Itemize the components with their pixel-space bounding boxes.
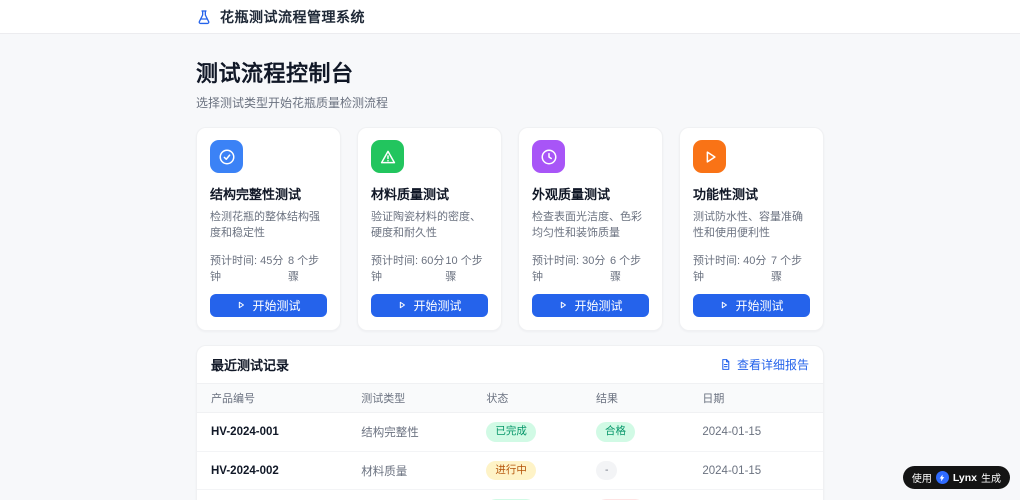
start-test-button[interactable]: 开始测试 [693, 293, 810, 317]
view-report-link[interactable]: 查看详细报告 [719, 356, 809, 373]
estimated-time: 预计时间: 60分钟 [371, 254, 445, 283]
card-meta-row: 预计时间: 60分钟 10 个步骤 [371, 252, 488, 284]
play-icon [239, 302, 245, 309]
estimated-time: 预计时间: 30分钟 [532, 254, 606, 283]
test-card-appearance: 外观质量测试 检查表面光洁度、色彩均匀性和装饰质量 预计时间: 30分钟 6 个… [518, 127, 663, 331]
table-row[interactable]: HV-2024-003 外观质量 已完成 不合格 2024-01-14 [197, 489, 823, 500]
card-meta-row: 预计时间: 45分钟 8 个步骤 [210, 252, 327, 284]
test-card-grid: 结构完整性测试 检测花瓶的整体结构强度和稳定性 预计时间: 45分钟 8 个步骤… [196, 127, 824, 331]
record-date: 2024-01-14 [688, 489, 823, 500]
lynx-logo-icon [935, 471, 949, 484]
card-description: 检查表面光洁度、色彩均匀性和装饰质量 [532, 211, 642, 239]
start-test-button[interactable]: 开始测试 [210, 293, 327, 317]
steps-count: 8 个步骤 [288, 254, 320, 283]
page-title: 测试流程控制台 [196, 61, 354, 86]
column-header-product-id: 产品编号 [197, 382, 348, 413]
records-table: 产品编号 测试类型 状态 结果 日期 HV-2024-001 结构完整性 已完成… [197, 382, 823, 500]
start-test-label: 开始测试 [574, 298, 623, 313]
check-circle-icon [210, 140, 243, 173]
column-header-test-type: 测试类型 [347, 382, 473, 413]
view-report-label: 查看详细报告 [736, 357, 809, 372]
estimated-time: 预计时间: 40分钟 [693, 254, 767, 283]
card-meta-row: 预计时间: 30分钟 6 个步骤 [532, 252, 649, 284]
product-id: HV-2024-002 [197, 450, 348, 490]
steps-count: 7 个步骤 [771, 254, 803, 283]
lynx-badge-prefix: 使用 [911, 474, 932, 485]
result-badge: - [595, 460, 618, 481]
lynx-badge-suffix: 生成 [981, 474, 1001, 485]
estimated-time: 预计时间: 45分钟 [210, 254, 284, 283]
card-description: 测试防水性、容量准确性和使用便利性 [693, 211, 803, 239]
test-card-functional: 功能性测试 测试防水性、容量准确性和使用便利性 预计时间: 40分钟 7 个步骤… [679, 127, 824, 331]
test-card-structural: 结构完整性测试 检测花瓶的整体结构强度和稳定性 预计时间: 45分钟 8 个步骤… [196, 127, 341, 331]
page-subtitle: 选择测试类型开始花瓶质量检测流程 [196, 96, 389, 110]
start-test-label: 开始测试 [413, 298, 462, 313]
card-title: 外观质量测试 [532, 187, 611, 202]
card-description: 验证陶瓷材料的密度、硬度和耐久性 [371, 211, 481, 239]
card-title: 结构完整性测试 [210, 187, 302, 202]
clock-icon [532, 140, 565, 173]
play-icon [722, 302, 728, 309]
product-id: HV-2024-003 [197, 489, 348, 500]
app-title: 花瓶测试流程管理系统 [220, 8, 365, 25]
table-row[interactable]: HV-2024-002 材料质量 进行中 - 2024-01-15 [197, 450, 823, 490]
status-badge: 进行中 [486, 460, 536, 481]
card-title: 功能性测试 [693, 187, 759, 202]
start-test-label: 开始测试 [735, 298, 784, 313]
test-type: 材料质量 [347, 450, 473, 490]
lynx-brand: Lynx [952, 471, 977, 484]
play-icon [693, 140, 726, 173]
card-meta-row: 预计时间: 40分钟 7 个步骤 [693, 252, 810, 284]
start-test-label: 开始测试 [252, 298, 301, 313]
result-badge: 合格 [595, 421, 635, 442]
lynx-attribution-badge[interactable]: 使用 Lynx 生成 [902, 466, 1010, 489]
app-header: 花瓶测试流程管理系统 [0, 0, 1020, 34]
test-card-material: 材料质量测试 验证陶瓷材料的密度、硬度和耐久性 预计时间: 60分钟 10 个步… [357, 127, 502, 331]
play-icon [400, 302, 406, 309]
flask-icon [198, 9, 210, 24]
document-icon [722, 358, 730, 370]
table-header-row: 产品编号 测试类型 状态 结果 日期 [197, 382, 823, 413]
column-header-status: 状态 [472, 382, 582, 413]
column-header-date: 日期 [688, 382, 823, 413]
record-date: 2024-01-15 [688, 450, 823, 490]
card-title: 材料质量测试 [371, 187, 450, 202]
status-badge: 已完成 [486, 421, 536, 442]
table-row[interactable]: HV-2024-001 结构完整性 已完成 合格 2024-01-15 [197, 412, 823, 451]
test-type: 结构完整性 [361, 426, 419, 439]
steps-count: 6 个步骤 [610, 254, 642, 283]
records-title: 最近测试记录 [211, 357, 290, 373]
card-description: 检测花瓶的整体结构强度和稳定性 [210, 211, 320, 239]
warning-triangle-icon [371, 140, 404, 173]
steps-count: 10 个步骤 [445, 254, 483, 283]
start-test-button[interactable]: 开始测试 [532, 293, 649, 317]
play-icon [561, 302, 567, 309]
column-header-result: 结果 [581, 382, 689, 413]
product-id: HV-2024-001 [211, 425, 279, 438]
start-test-button[interactable]: 开始测试 [371, 293, 488, 317]
test-type: 外观质量 [347, 489, 473, 500]
recent-records-panel: 最近测试记录 查看详细报告 产品编号 测试类型 状态 结果 日期 HV-2024… [196, 344, 824, 500]
record-date: 2024-01-15 [702, 425, 762, 438]
